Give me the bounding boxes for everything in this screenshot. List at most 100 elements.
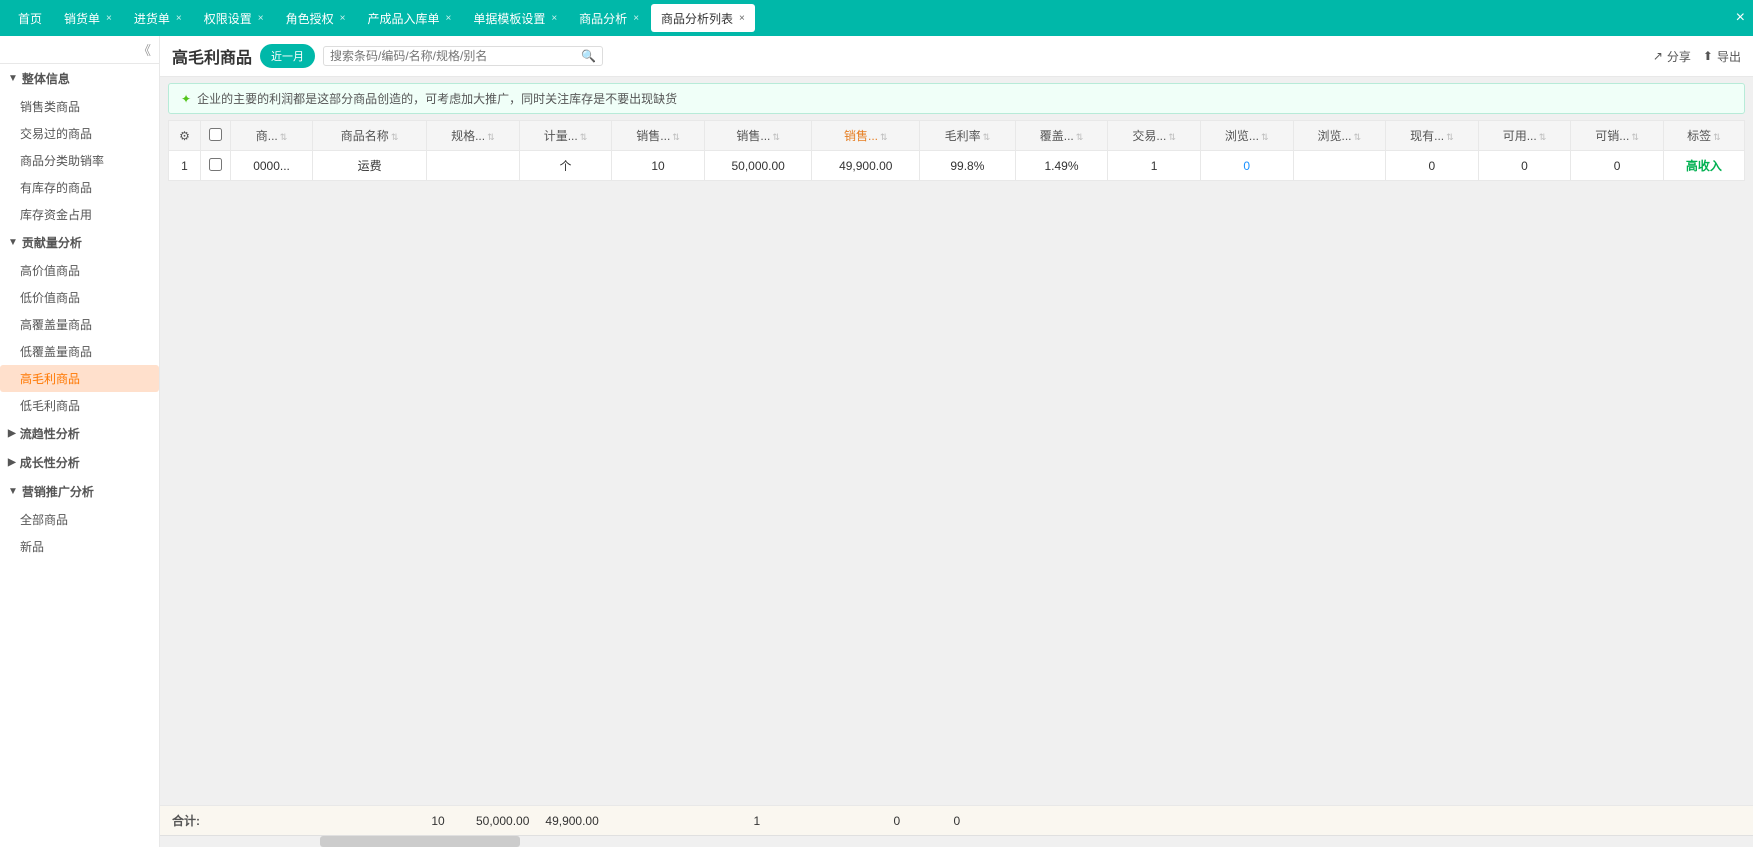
horizontal-scrollbar[interactable] [160,835,1753,847]
col-name[interactable]: 商品名称⇅ [313,121,427,151]
table-header-row: ⚙ 商...⇅ 商品名称⇅ 规格...⇅ 计量...⇅ 销售...⇅ 销售...… [169,121,1745,151]
col-sales1[interactable]: 销售...⇅ [612,121,705,151]
share-icon: ↗ [1653,49,1663,63]
sidebar-item-low-value[interactable]: 低价值商品 [0,284,159,311]
content-header: 高毛利商品 近一月 🔍 ↗ 分享 ⬆ 导出 [160,36,1753,77]
close-icon[interactable]: × [739,13,745,24]
col-gross-rate[interactable]: 毛利率⇅ [920,121,1016,151]
sidebar-item-category-rate[interactable]: 商品分类助销率 [0,147,159,174]
page-title: 高毛利商品 [172,44,252,68]
col-tag[interactable]: 标签⇅ [1663,121,1744,151]
sidebar-collapse-button[interactable]: 《 [138,40,151,59]
filter-recent-month[interactable]: 近一月 [260,44,315,68]
col-sales2[interactable]: 销售...⇅ [704,121,812,151]
footer-values: 10 50,000.00 49,900.00 1 0 0 [208,814,1741,828]
footer-spacer2 [607,814,727,828]
cell-gross-rate: 99.8% [920,151,1016,181]
data-table-wrapper: ⚙ 商...⇅ 商品名称⇅ 规格...⇅ 计量...⇅ 销售...⇅ 销售...… [160,120,1753,805]
cell-saleable: 0 [1571,151,1664,181]
sidebar-item-high-margin[interactable]: 高毛利商品 [0,365,159,392]
sidebar-item-high-value[interactable]: 高价值商品 [0,257,159,284]
footer-available: 0 [927,814,987,828]
nav-product-inbound[interactable]: 产成品入库单 × [357,4,461,32]
sidebar-group-growth[interactable]: ▶ 成长性分析 [0,448,159,477]
col-saleable-stock[interactable]: 可销...⇅ [1571,121,1664,151]
row-checkbox[interactable] [209,158,222,171]
close-icon[interactable]: × [445,13,451,24]
cell-available: 0 [1478,151,1571,181]
cell-checkbox[interactable] [201,151,231,181]
sidebar-item-low-margin[interactable]: 低毛利商品 [0,392,159,419]
close-icon[interactable]: × [106,13,112,24]
cell-tag: 高收入 [1663,151,1744,181]
col-unit[interactable]: 计量...⇅ [519,121,612,151]
sidebar-item-new-products[interactable]: 新品 [0,533,159,560]
sidebar-item-sales-products[interactable]: 销售类商品 [0,93,159,120]
sidebar-group-contribution[interactable]: ▼ 贡献量分析 [0,228,159,257]
col-checkbox[interactable] [201,121,231,151]
close-icon[interactable]: × [258,13,264,24]
footer-current: 0 [867,814,927,828]
export-button[interactable]: ⬆ 导出 [1703,48,1741,65]
sidebar-item-low-coverage[interactable]: 低覆盖量商品 [0,338,159,365]
sidebar-item-high-coverage[interactable]: 高覆盖量商品 [0,311,159,338]
search-input[interactable] [330,49,577,63]
search-icon[interactable]: 🔍 [581,49,596,63]
chevron-down-icon: ▼ [8,237,18,248]
close-all-button[interactable]: × [1736,9,1745,27]
nav-purchase-order[interactable]: 进货单 × [124,4,192,32]
footer-col3: 49,900.00 [537,814,606,828]
select-all-checkbox[interactable] [209,128,222,141]
chevron-down-icon: ▼ [8,73,18,84]
col-available-stock[interactable]: 可用...⇅ [1478,121,1571,151]
nav-permission-settings[interactable]: 权限设置 × [194,4,274,32]
footer-col1: 10 [408,814,468,828]
sidebar-group-trend[interactable]: ▶ 流趋性分析 [0,419,159,448]
cell-sales1: 10 [612,151,705,181]
top-navigation: 首页 销货单 × 进货单 × 权限设置 × 角色授权 × 产成品入库单 × 单据… [0,0,1753,36]
cell-code[interactable]: 0000... [231,151,313,181]
cell-sales3: 49,900.00 [812,151,920,181]
content-area: 高毛利商品 近一月 🔍 ↗ 分享 ⬆ 导出 ✦ 企业的主要的利润都是这部分商品创… [160,36,1753,847]
col-current-stock[interactable]: 现有...⇅ [1386,121,1479,151]
header-actions: ↗ 分享 ⬆ 导出 [1653,48,1741,65]
col-trade[interactable]: 交易...⇅ [1108,121,1201,151]
cell-spec [427,151,520,181]
close-icon[interactable]: × [551,13,557,24]
nav-template-settings[interactable]: 单据模板设置 × [463,4,567,32]
nav-product-analysis-list[interactable]: 商品分析列表 × [651,4,755,32]
col-browse1[interactable]: 浏览...⇅ [1200,121,1293,151]
sidebar-item-stock-capital[interactable]: 库存资金占用 [0,201,159,228]
sidebar-item-all-products[interactable]: 全部商品 [0,506,159,533]
col-settings[interactable]: ⚙ [169,121,201,151]
nav-product-analysis[interactable]: 商品分析 × [569,4,649,32]
footer-label: 合计: [172,812,200,829]
sidebar-item-stock-products[interactable]: 有库存的商品 [0,174,159,201]
nav-role-auth[interactable]: 角色授权 × [276,4,356,32]
cell-trade: 1 [1108,151,1201,181]
sidebar-group-overall[interactable]: ▼ 整体信息 [0,64,159,93]
col-sales3[interactable]: 销售...⇅ [812,121,920,151]
cell-browse1[interactable]: 0 [1200,151,1293,181]
chevron-right-icon: ▶ [8,428,16,439]
cell-unit: 个 [519,151,612,181]
footer-col2: 50,000.00 [468,814,537,828]
cell-index: 1 [169,151,201,181]
close-icon[interactable]: × [340,13,346,24]
col-browse2[interactable]: 浏览...⇅ [1293,121,1386,151]
sidebar-group-marketing[interactable]: ▼ 营销推广分析 [0,477,159,506]
col-code[interactable]: 商...⇅ [231,121,313,151]
cell-name: 运费 [313,151,427,181]
nav-home[interactable]: 首页 [8,4,52,32]
col-coverage[interactable]: 覆盖...⇅ [1015,121,1108,151]
close-icon[interactable]: × [633,13,639,24]
share-button[interactable]: ↗ 分享 [1653,48,1691,65]
sidebar-item-traded-products[interactable]: 交易过的商品 [0,120,159,147]
close-icon[interactable]: × [176,13,182,24]
footer-trade: 1 [727,814,787,828]
col-spec[interactable]: 规格...⇅ [427,121,520,151]
cell-browse2 [1293,151,1386,181]
nav-sales-order[interactable]: 销货单 × [54,4,122,32]
info-icon: ✦ [181,92,191,106]
table-row: 1 0000... 运费 个 10 50,000.00 49,900.00 99… [169,151,1745,181]
